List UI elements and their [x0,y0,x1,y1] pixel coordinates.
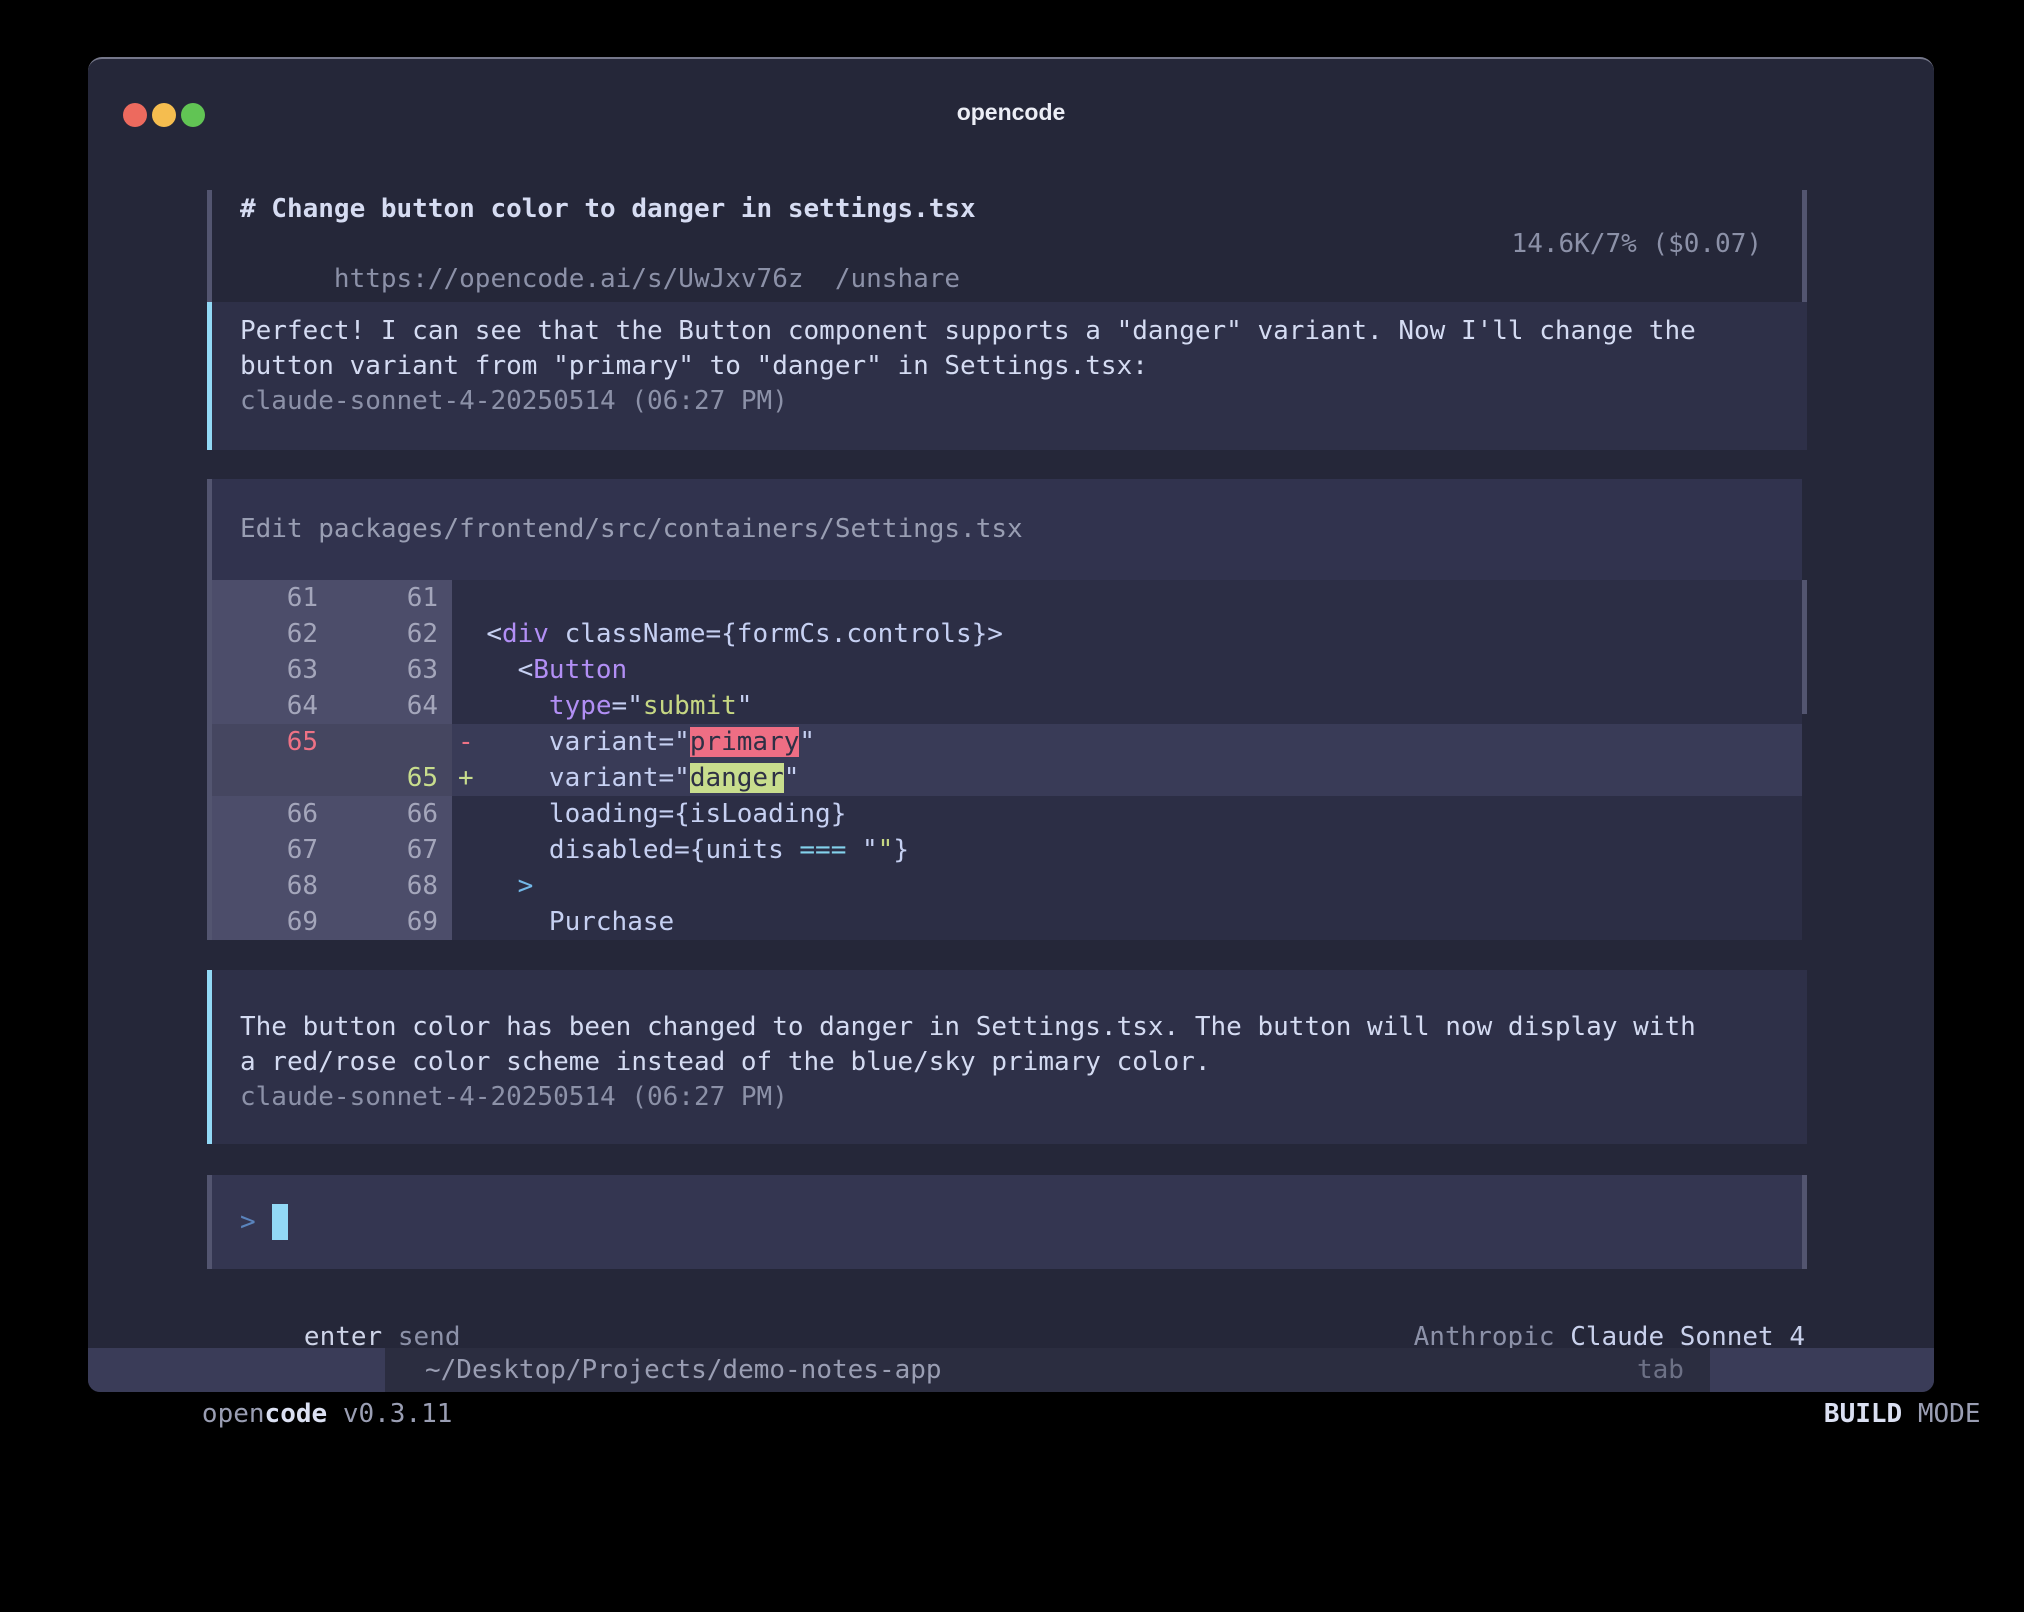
session-title: # Change button color to danger in setti… [240,192,976,227]
app-version: v0.3.11 [327,1399,452,1429]
code-line: loading={isLoading} [455,796,846,832]
diff-row: 6666 loading={isLoading} [212,796,1802,832]
old-line-number: 62 [212,616,332,652]
code-line: variant="danger" [455,760,799,796]
mode-name: BUILD [1824,1399,1902,1429]
code-line: > [455,868,533,904]
diff-row: 6767 disabled={units === ""} [212,832,1802,868]
old-line-number: 69 [212,904,332,940]
old-line-number: 64 [212,688,332,724]
diff-rows: 61616262 <div className={formCs.controls… [212,580,1802,940]
message-model-timestamp: claude-sonnet-4-20250514 (06:27 PM) [240,1080,1807,1115]
opencode-window: opencode # Change button color to danger… [88,57,1934,1390]
old-line-number: 67 [212,832,332,868]
new-line-number: 66 [332,796,452,832]
mode-suffix: MODE [1902,1399,1980,1429]
edit-block-scrollbar[interactable] [1802,580,1807,714]
diff-row: 65- variant="primary" [212,724,1802,760]
mode-segment[interactable]: BUILD MODE [1710,1348,1934,1392]
diff-row: 6161 [212,580,1802,616]
new-line-number: 62 [332,616,452,652]
app-name-code: code [265,1399,328,1429]
new-line-number: 65 [332,760,452,796]
old-line-number: 63 [212,652,332,688]
diff-row: 6969 Purchase [212,904,1802,940]
working-directory: ~/Desktop/Projects/demo-notes-app [425,1348,942,1392]
status-bar: opencode v0.3.11 ~/Desktop/Projects/demo… [88,1348,1934,1392]
code-line: disabled={units === ""} [455,832,909,868]
diff-row: 6464 type="submit" [212,688,1802,724]
diff-row: 6868 > [212,868,1802,904]
edit-tool-header: Edit packages/frontend/src/containers/Se… [212,479,1802,580]
code-line: <div className={formCs.controls}> [455,616,1003,652]
diff-row: 6363 <Button [212,652,1802,688]
window-title: opencode [88,99,1934,126]
prompt-chevron: > [240,1204,256,1240]
message-text-line: a red/rose color scheme instead of the b… [240,1045,1807,1080]
code-line: variant="primary" [455,724,815,760]
app-version-segment: opencode v0.3.11 [88,1348,385,1392]
diff-row: 65+ variant="danger" [212,760,1802,796]
new-line-number: 64 [332,688,452,724]
unshare-command[interactable]: /unshare [835,264,960,294]
tab-key-hint: tab [1637,1348,1684,1392]
old-line-number: 65 [212,724,332,760]
code-line: <Button [455,652,627,688]
new-line-number: 61 [332,580,452,616]
message-text-line: The button color has been changed to dan… [240,1010,1807,1045]
old-line-number: 66 [212,796,332,832]
gap [804,264,835,294]
code-line: type="submit" [455,688,752,724]
share-url[interactable]: https://opencode.ai/s/UwJxv76z [334,264,804,294]
context-usage: 14.6K/7% ($0.07) [1512,227,1762,262]
new-line-number [332,724,452,760]
message-model-timestamp: claude-sonnet-4-20250514 (06:27 PM) [240,384,1807,419]
text-cursor [272,1204,288,1240]
new-line-number: 68 [332,868,452,904]
code-line: Purchase [455,904,674,940]
message-text-line: button variant from "primary" to "danger… [240,349,1807,384]
old-line-number: 68 [212,868,332,904]
old-line-number: 61 [212,580,332,616]
new-line-number: 67 [332,832,452,868]
old-line-number [212,760,332,796]
new-line-number: 63 [332,652,452,688]
app-name-open: open [202,1399,265,1429]
chat-input[interactable]: > [212,1175,1802,1269]
new-line-number: 69 [332,904,452,940]
message-text-line: Perfect! I can see that the Button compo… [240,314,1807,349]
input-right-border [1802,1175,1807,1269]
diff-row: 6262 <div className={formCs.controls}> [212,616,1802,652]
